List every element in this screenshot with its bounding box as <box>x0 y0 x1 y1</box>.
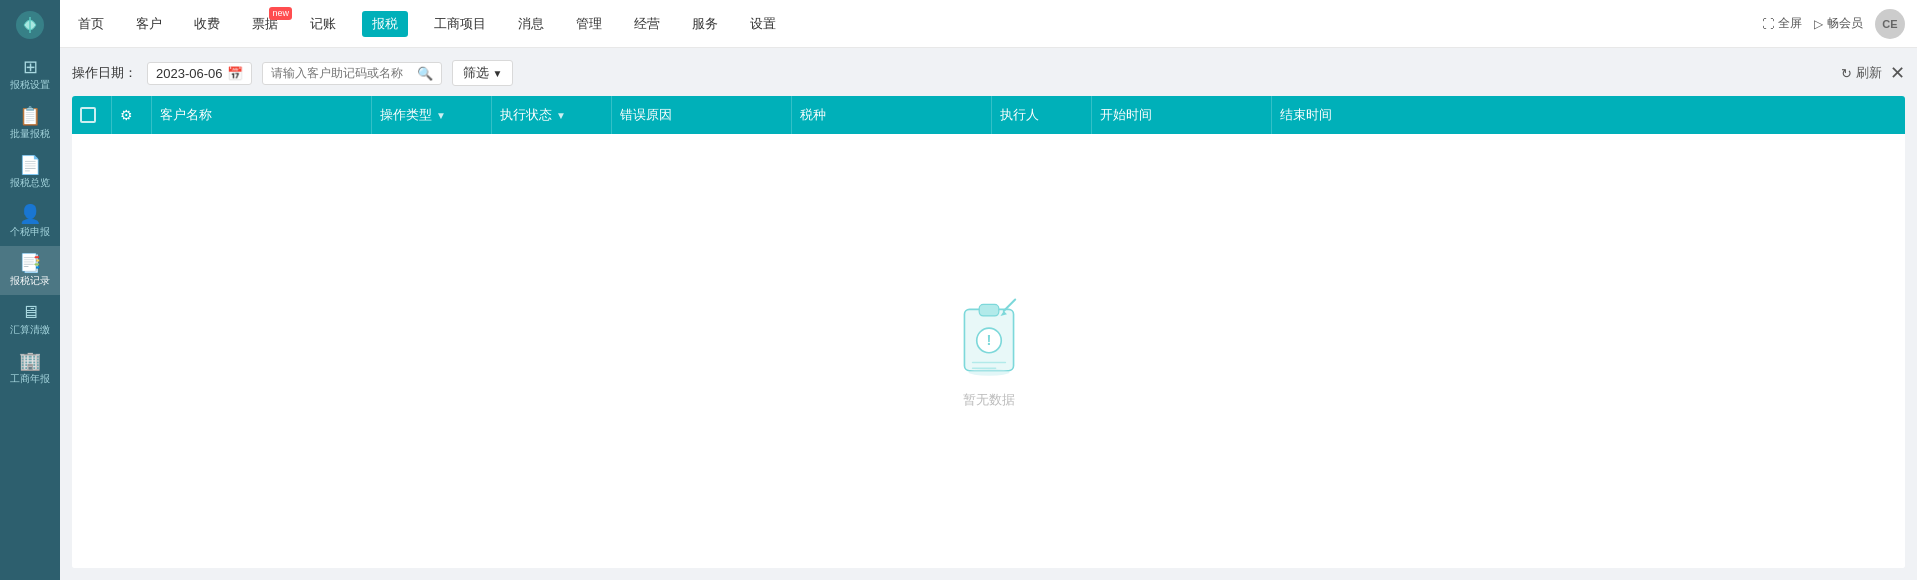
topnav-item-tax[interactable]: 报税 <box>362 11 408 37</box>
sidebar-item-label-annual-report: 工商年报 <box>10 373 50 385</box>
svg-point-9 <box>968 369 1009 376</box>
refresh-label: 刷新 <box>1856 64 1882 82</box>
th-error-reason-label: 错误原因 <box>620 106 672 124</box>
th-tax-type: 税种 <box>792 96 992 134</box>
topnav-right: ⛶ 全屏 ▷ 畅会员 CE <box>1762 9 1905 39</box>
sort-icon-op-type: ▼ <box>436 110 446 121</box>
empty-state: ! 暂无数据 <box>944 293 1034 409</box>
date-input[interactable]: 2023-06-06 📅 <box>147 62 252 85</box>
vip-icon: ▷ <box>1814 17 1823 31</box>
topnav-item-customers[interactable]: 客户 <box>130 11 168 37</box>
tax-settings-icon: ⊞ <box>23 58 38 76</box>
topnav-item-home[interactable]: 首页 <box>72 11 110 37</box>
calendar-icon: 📅 <box>227 66 243 81</box>
vip-button[interactable]: ▷ 畅会员 <box>1814 15 1863 32</box>
date-label: 操作日期： <box>72 64 137 82</box>
sidebar-item-label-personal-tax: 个税申报 <box>10 226 50 238</box>
topnav-item-management[interactable]: 管理 <box>570 11 608 37</box>
th-customer-label: 客户名称 <box>160 106 212 124</box>
content-area: 操作日期： 2023-06-06 📅 🔍 筛选 ▼ ↻ 刷新 ✕ <box>60 48 1917 580</box>
sidebar-item-label-settlement: 汇算清缴 <box>10 324 50 336</box>
sidebar-item-batch-tax[interactable]: 📋 批量报税 <box>0 99 60 148</box>
th-executor-label: 执行人 <box>1000 106 1039 124</box>
sidebar-item-settlement[interactable]: 🖥 汇算清缴 <box>0 295 60 344</box>
search-icon: 🔍 <box>417 66 433 81</box>
sort-icon-exec-status: ▼ <box>556 110 566 121</box>
fullscreen-label: 全屏 <box>1778 15 1802 32</box>
search-box[interactable]: 🔍 <box>262 62 442 85</box>
th-start-time: 开始时间 <box>1092 96 1272 134</box>
filter-label: 筛选 <box>463 64 489 82</box>
sidebar-item-tax-summary[interactable]: 📄 报税总览 <box>0 148 60 197</box>
topnav-items: 首页 客户 收费 票据 new 记账 报税 工商项目 消息 管理 经营 服务 设… <box>72 11 1762 37</box>
topnav-item-accounts[interactable]: 记账 <box>304 11 342 37</box>
header-checkbox[interactable] <box>80 107 96 123</box>
topnav-item-billing[interactable]: 收费 <box>188 11 226 37</box>
sidebar-item-tax-records[interactable]: 📑 报税记录 <box>0 246 60 295</box>
th-executor: 执行人 <box>992 96 1092 134</box>
th-settings[interactable]: ⚙ <box>112 96 152 134</box>
settings-gear-icon: ⚙ <box>120 107 133 123</box>
settlement-icon: 🖥 <box>21 303 39 321</box>
th-start-time-label: 开始时间 <box>1100 106 1152 124</box>
sidebar-logo <box>0 0 60 50</box>
th-customer: 客户名称 <box>152 96 372 134</box>
empty-illustration: ! <box>944 293 1034 383</box>
sidebar-item-label-tax-summary: 报税总览 <box>10 177 50 189</box>
topnav-item-operations[interactable]: 经营 <box>628 11 666 37</box>
toolbar-right: ↻ 刷新 ✕ <box>1841 64 1905 82</box>
th-exec-status-label: 执行状态 <box>500 106 552 124</box>
th-error-reason: 错误原因 <box>612 96 792 134</box>
table-body: ! 暂无数据 <box>72 134 1905 568</box>
th-op-type-label: 操作类型 <box>380 106 432 124</box>
vip-label: 畅会员 <box>1827 15 1863 32</box>
topnav-item-services[interactable]: 服务 <box>686 11 724 37</box>
sidebar-item-personal-tax[interactable]: 👤 个税申报 <box>0 197 60 246</box>
close-button[interactable]: ✕ <box>1890 64 1905 82</box>
topnav-item-invoices[interactable]: 票据 new <box>246 11 284 37</box>
table-container: ⚙ 客户名称 操作类型 ▼ 执行状态 ▼ 错误原因 税种 <box>72 96 1905 568</box>
sidebar-item-label-tax-settings: 报税设置 <box>10 79 50 91</box>
sidebar: ⊞ 报税设置 📋 批量报税 📄 报税总览 👤 个税申报 📑 报税记录 🖥 汇算清… <box>0 0 60 580</box>
toolbar: 操作日期： 2023-06-06 📅 🔍 筛选 ▼ ↻ 刷新 ✕ <box>72 60 1905 86</box>
topnav: 首页 客户 收费 票据 new 记账 报税 工商项目 消息 管理 经营 服务 设… <box>60 0 1917 48</box>
sidebar-item-label-batch-tax: 批量报税 <box>10 128 50 140</box>
sidebar-item-annual-report[interactable]: 🏢 工商年报 <box>0 344 60 393</box>
th-end-time: 结束时间 <box>1272 96 1452 134</box>
sidebar-item-label-tax-records: 报税记录 <box>10 275 50 287</box>
batch-tax-icon: 📋 <box>19 107 41 125</box>
th-tax-type-label: 税种 <box>800 106 826 124</box>
table-header: ⚙ 客户名称 操作类型 ▼ 执行状态 ▼ 错误原因 税种 <box>72 96 1905 134</box>
tax-summary-icon: 📄 <box>19 156 41 174</box>
filter-button[interactable]: 筛选 ▼ <box>452 60 514 86</box>
topnav-item-business[interactable]: 工商项目 <box>428 11 492 37</box>
empty-text: 暂无数据 <box>963 391 1015 409</box>
sidebar-item-tax-settings[interactable]: ⊞ 报税设置 <box>0 50 60 99</box>
avatar-initials: CE <box>1882 18 1897 30</box>
svg-rect-2 <box>979 304 999 315</box>
main-area: 首页 客户 收费 票据 new 记账 报税 工商项目 消息 管理 经营 服务 设… <box>60 0 1917 580</box>
th-exec-status[interactable]: 执行状态 ▼ <box>492 96 612 134</box>
chevron-down-icon: ▼ <box>493 68 503 79</box>
tax-records-icon: 📑 <box>19 254 41 272</box>
personal-tax-icon: 👤 <box>19 205 41 223</box>
search-input[interactable] <box>271 66 413 80</box>
th-checkbox[interactable] <box>72 96 112 134</box>
new-badge: new <box>269 7 292 21</box>
refresh-icon: ↻ <box>1841 66 1852 81</box>
refresh-button[interactable]: ↻ 刷新 <box>1841 64 1882 82</box>
fullscreen-icon: ⛶ <box>1762 17 1774 31</box>
topnav-item-messages[interactable]: 消息 <box>512 11 550 37</box>
svg-text:!: ! <box>986 332 991 348</box>
topnav-item-settings[interactable]: 设置 <box>744 11 782 37</box>
th-end-time-label: 结束时间 <box>1280 106 1332 124</box>
fullscreen-button[interactable]: ⛶ 全屏 <box>1762 15 1802 32</box>
annual-report-icon: 🏢 <box>19 352 41 370</box>
th-op-type[interactable]: 操作类型 ▼ <box>372 96 492 134</box>
date-value: 2023-06-06 <box>156 66 223 81</box>
avatar[interactable]: CE <box>1875 9 1905 39</box>
